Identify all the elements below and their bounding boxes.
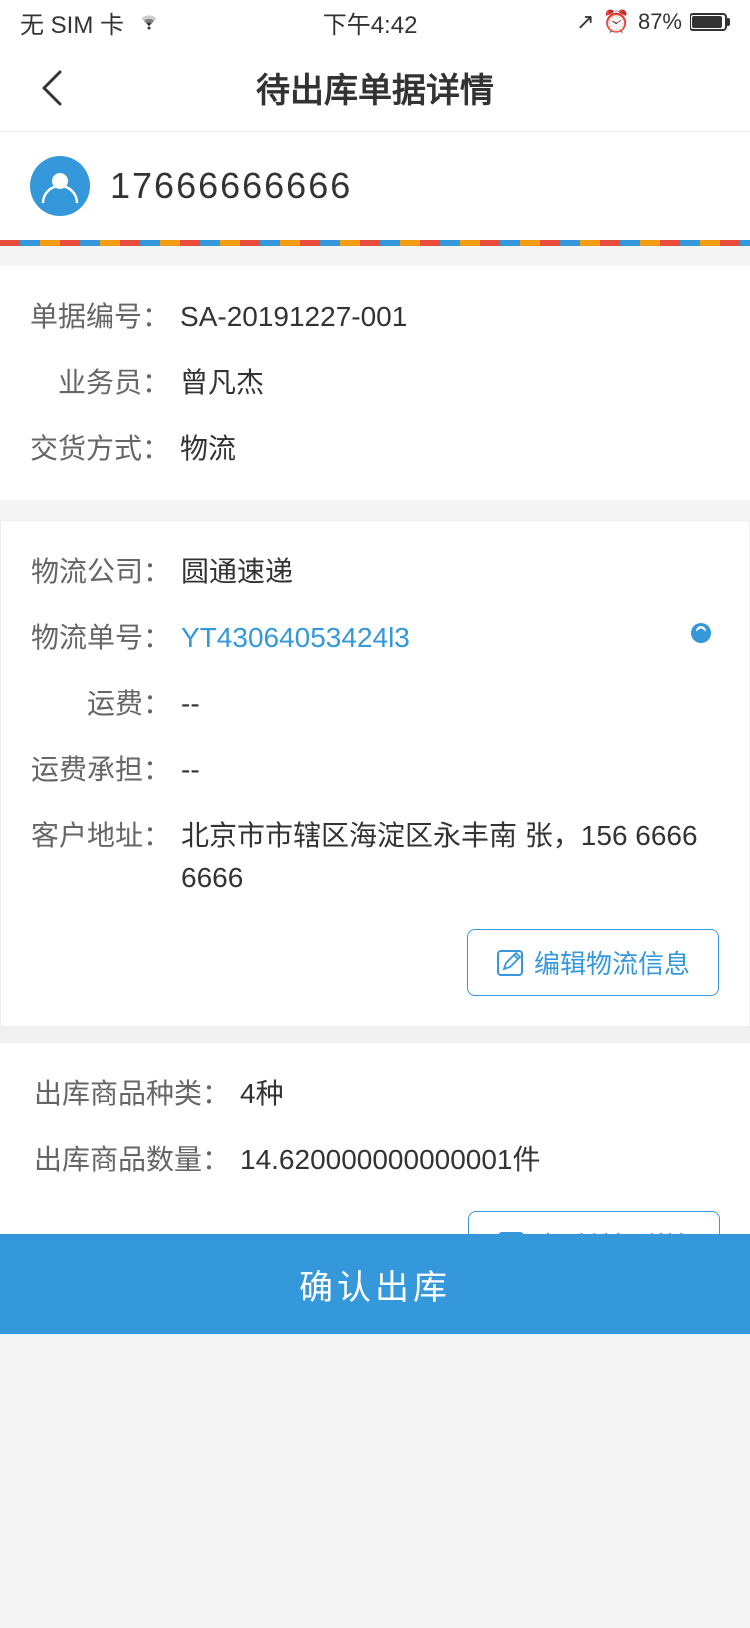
edit-logistics-container: 编辑物流信息 xyxy=(31,929,719,996)
alarm-icon: ⏰ xyxy=(603,9,630,35)
status-time: 下午4:42 xyxy=(323,5,418,40)
salesman-row: 业务员： 曾凡杰 xyxy=(30,362,720,404)
freight-value: -- xyxy=(181,683,719,725)
carrier-label: 无 SIM 卡 xyxy=(20,5,124,40)
document-number-row: 单据编号： SA-20191227-001 xyxy=(30,296,720,338)
address-value: 北京市市辖区海淀区永丰南 张，156 6666 6666 xyxy=(181,815,719,899)
company-label: 物流公司： xyxy=(31,551,171,593)
freight-type-value: -- xyxy=(181,749,719,791)
address-label: 客户地址： xyxy=(31,815,171,857)
page-title: 待出库单据详情 xyxy=(74,63,676,112)
tracking-value: YT43064053424l3 xyxy=(181,617,669,659)
edit-logistics-label: 编辑物流信息 xyxy=(534,944,690,981)
logistics-section: 物流公司： 圆通速递 物流单号： YT43064053424l3 运费： -- … xyxy=(0,520,750,1027)
avatar xyxy=(30,156,90,216)
user-phone: 17666666666 xyxy=(110,165,352,207)
tracking-row: 物流单号： YT43064053424l3 xyxy=(31,617,719,659)
section-divider xyxy=(0,1027,750,1043)
delivery-label: 交货方式： xyxy=(30,428,170,470)
salesman-label: 业务员： xyxy=(30,362,170,404)
nav-bar: 待出库单据详情 xyxy=(0,44,750,132)
status-right: ↗ ⏰ 87% xyxy=(576,9,730,35)
goods-quantity-row: 出库商品数量： 14.620000000000001件 xyxy=(30,1139,720,1181)
tracking-label: 物流单号： xyxy=(31,617,171,659)
goods-types-row: 出库商品种类： 4种 xyxy=(30,1073,720,1115)
confirm-bar[interactable]: 确认出库 xyxy=(0,1234,750,1334)
user-row: 17666666666 xyxy=(0,132,750,240)
status-bar: 无 SIM 卡 下午4:42 ↗ ⏰ 87% xyxy=(0,0,750,44)
status-left: 无 SIM 卡 xyxy=(20,5,164,40)
location-track-button[interactable] xyxy=(683,617,719,653)
document-number-value: SA-20191227-001 xyxy=(180,296,720,338)
company-row: 物流公司： 圆通速递 xyxy=(31,551,719,593)
goods-types-label: 出库商品种类： xyxy=(30,1073,230,1115)
location-status-icon: ↗ xyxy=(576,9,594,35)
company-value: 圆通速递 xyxy=(181,551,719,593)
freight-type-label: 运费承担： xyxy=(31,749,171,791)
freight-row: 运费： -- xyxy=(31,683,719,725)
document-number-label: 单据编号： xyxy=(30,296,170,338)
dashed-divider xyxy=(0,240,750,246)
goods-quantity-value: 14.620000000000001件 xyxy=(240,1139,720,1181)
battery-icon xyxy=(690,12,730,32)
document-info-section: 单据编号： SA-20191227-001 业务员： 曾凡杰 交货方式： 物流 xyxy=(0,266,750,500)
delivery-row: 交货方式： 物流 xyxy=(30,428,720,470)
wifi-icon xyxy=(134,8,164,37)
confirm-label: 确认出库 xyxy=(299,1260,451,1309)
edit-logistics-button[interactable]: 编辑物流信息 xyxy=(467,929,719,996)
back-button[interactable] xyxy=(30,66,74,110)
main-content: 17666666666 单据编号： SA-20191227-001 业务员： 曾… xyxy=(0,132,750,1628)
address-row: 客户地址： 北京市市辖区海淀区永丰南 张，156 6666 6666 xyxy=(31,815,719,899)
battery-label: 87% xyxy=(638,9,682,35)
goods-quantity-label: 出库商品数量： xyxy=(30,1139,230,1181)
freight-label: 运费： xyxy=(31,683,171,725)
delivery-value: 物流 xyxy=(180,428,720,470)
goods-types-value: 4种 xyxy=(240,1073,720,1115)
salesman-value: 曾凡杰 xyxy=(180,362,720,404)
freight-type-row: 运费承担： -- xyxy=(31,749,719,791)
empty-space xyxy=(0,1308,750,1508)
